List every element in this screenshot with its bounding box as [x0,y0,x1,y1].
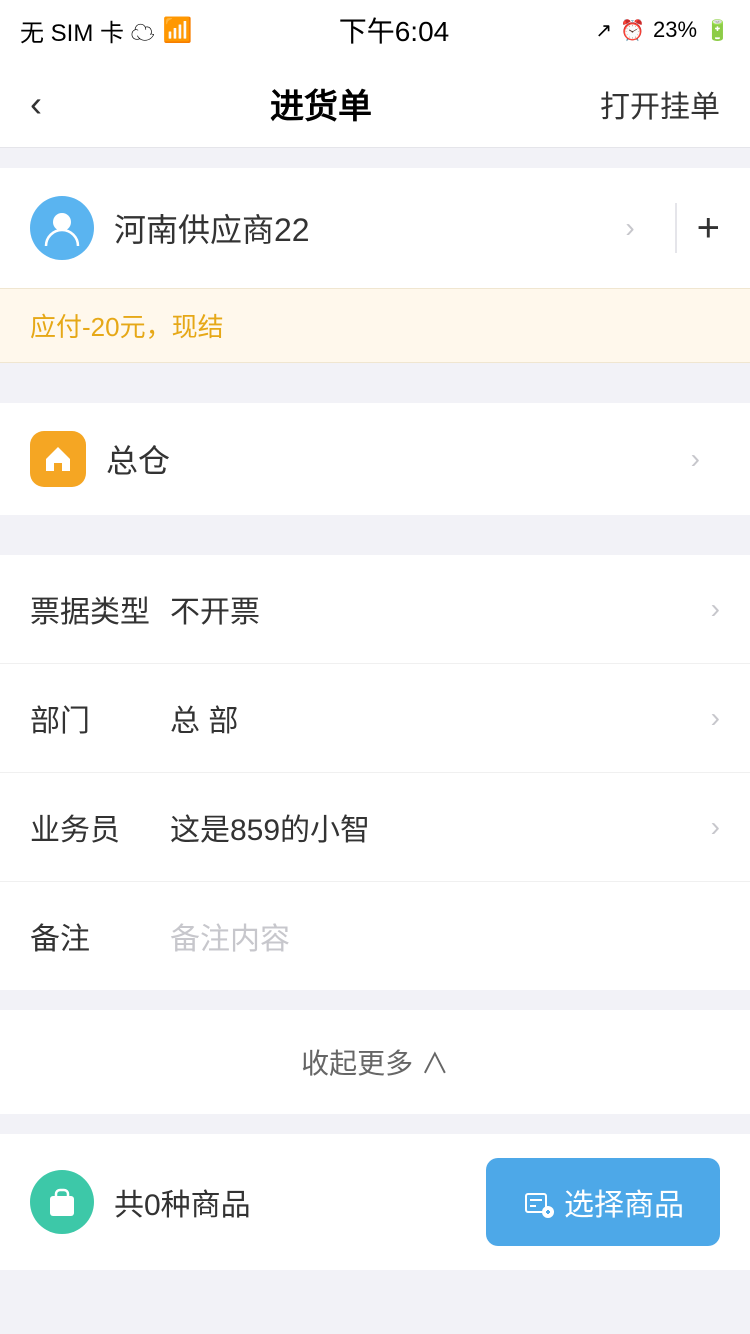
invoice-type-row[interactable]: 票据类型 不开票 › [0,555,750,664]
page-title: 进货单 [270,79,372,128]
salesperson-value: 这是859的小智 [170,805,711,849]
location-icon: ↗ [595,18,612,43]
warehouse-section: 总仓 › [0,383,750,515]
shopping-bag-icon [44,1184,80,1220]
invoice-type-chevron-icon: › [711,593,720,625]
select-product-button[interactable]: 选择商品 [486,1158,720,1246]
bottom-bar: 共0种商品 选择商品 [0,1134,750,1270]
select-product-label: 选择商品 [564,1180,684,1224]
nav-bar: ‹ 进货单 打开挂单 [0,60,750,148]
alarm-icon: ⏰ [620,18,645,43]
department-label: 部门 [30,696,170,740]
battery-text: 23% [653,17,697,43]
status-right: ↗ ⏰ 23% 🔋 [595,17,730,43]
department-value: 总 部 [170,696,711,740]
status-left: 无 SIM 卡 ☁ 📶 [20,13,193,48]
department-row[interactable]: 部门 总 部 › [0,664,750,773]
open-pending-button[interactable]: 打开挂单 [600,82,720,126]
warehouse-chevron-icon: › [691,443,700,475]
section-gap-1 [0,148,750,168]
select-product-icon [522,1186,554,1218]
warehouse-row[interactable]: 总仓 › [0,403,750,515]
invoice-type-label: 票据类型 [30,587,170,631]
remark-input[interactable]: 备注内容 [170,914,720,958]
house-icon [42,443,74,475]
section-gap-2 [0,383,750,403]
status-time: 下午6:04 [339,10,450,50]
supplier-section: 河南供应商22 › + 应付-20元，现结 [0,168,750,363]
wifi-icon: 📶 [163,16,193,45]
supplier-chevron-icon: › [625,212,634,244]
supplier-row[interactable]: 河南供应商22 › + [0,168,750,288]
remark-label: 备注 [30,914,170,958]
invoice-type-value: 不开票 [170,587,711,631]
supplier-divider [675,203,677,253]
supplier-avatar [30,196,94,260]
product-icon-wrap [30,1170,94,1234]
supplier-name: 河南供应商22 [114,205,625,251]
product-count: 共0种商品 [114,1180,466,1224]
remark-row[interactable]: 备注 备注内容 [0,882,750,990]
battery-icon: 🔋 [705,18,730,43]
salesperson-label: 业务员 [30,805,170,849]
form-section: 票据类型 不开票 › 部门 总 部 › 业务员 这是859的小智 › 备注 备注… [0,535,750,990]
warehouse-icon-wrap [30,431,86,487]
collapse-row[interactable]: 收起更多 ∧ [0,1010,750,1114]
collapse-label: 收起更多 ∧ [301,1042,449,1082]
add-supplier-button[interactable]: + [697,208,720,248]
sim-status: 无 SIM 卡 ☁ [20,13,155,48]
person-icon [42,208,82,248]
notice-banner: 应付-20元，现结 [0,288,750,363]
department-chevron-icon: › [711,702,720,734]
salesperson-row[interactable]: 业务员 这是859的小智 › [0,773,750,882]
warehouse-name: 总仓 [106,436,691,482]
section-gap-3 [0,535,750,555]
status-bar: 无 SIM 卡 ☁ 📶 下午6:04 ↗ ⏰ 23% 🔋 [0,0,750,60]
back-button[interactable]: ‹ [30,83,42,125]
salesperson-chevron-icon: › [711,811,720,843]
